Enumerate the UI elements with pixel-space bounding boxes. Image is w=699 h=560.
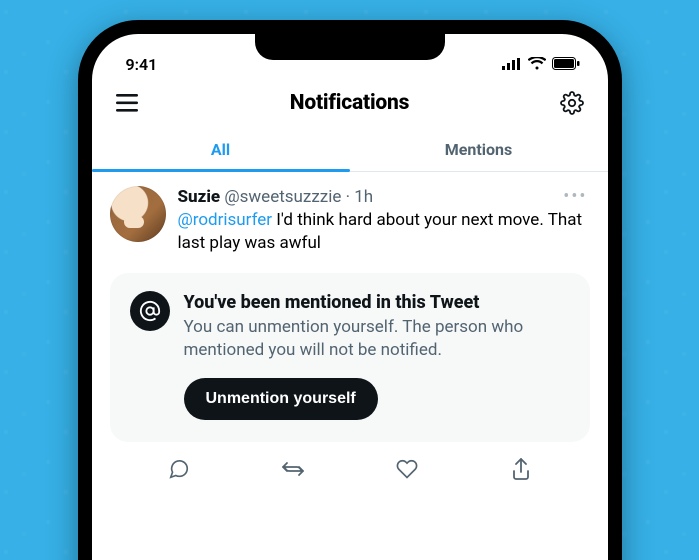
phone-frame: 9:41 Notifications xyxy=(78,20,622,560)
notification-feed[interactable]: Suzie @sweetsuzzzie · 1h @rodrisurfer I'… xyxy=(92,172,608,560)
callout-subtitle: You can unmention yourself. The person w… xyxy=(184,316,570,362)
tweet-body: Suzie @sweetsuzzzie · 1h @rodrisurfer I'… xyxy=(178,186,590,255)
unmention-button[interactable]: Unmention yourself xyxy=(184,378,378,420)
unmention-callout: You've been mentioned in this Tweet You … xyxy=(110,273,590,442)
status-time: 9:41 xyxy=(126,55,158,74)
phone-screen: 9:41 Notifications xyxy=(92,34,608,560)
page-title: Notifications xyxy=(290,91,409,115)
tweet-mention[interactable]: @rodrisurfer xyxy=(178,210,273,230)
wifi-icon xyxy=(528,55,546,74)
retweet-button[interactable] xyxy=(280,456,306,482)
reply-button[interactable] xyxy=(166,456,192,482)
share-button[interactable] xyxy=(508,456,534,482)
tweet-author-name[interactable]: Suzie xyxy=(178,187,221,207)
tweet-action-bar xyxy=(92,442,608,488)
menu-button[interactable] xyxy=(114,90,140,116)
tabs: All Mentions xyxy=(92,126,608,172)
avatar[interactable] xyxy=(110,186,166,242)
notification-item[interactable]: Suzie @sweetsuzzzie · 1h @rodrisurfer I'… xyxy=(92,172,608,265)
callout-title: You've been mentioned in this Tweet xyxy=(184,291,570,314)
tab-all[interactable]: All xyxy=(92,126,350,171)
settings-button[interactable] xyxy=(559,90,585,116)
tweet-time-sep: · xyxy=(341,187,354,207)
status-indicators xyxy=(502,55,580,74)
callout-text: You've been mentioned in this Tweet You … xyxy=(184,291,570,420)
like-button[interactable] xyxy=(394,456,420,482)
phone-notch xyxy=(255,34,445,60)
cellular-icon xyxy=(502,55,522,74)
tweet-author-handle[interactable]: @sweetsuzzzie xyxy=(224,187,341,207)
battery-icon xyxy=(552,55,580,74)
tweet-header-line: Suzie @sweetsuzzzie · 1h xyxy=(178,186,590,209)
more-button[interactable]: ••• xyxy=(563,186,587,207)
tweet-text: @rodrisurfer I'd think hard about your n… xyxy=(178,209,590,255)
at-icon xyxy=(130,291,170,331)
tweet-time: 1h xyxy=(354,187,373,207)
tab-mentions[interactable]: Mentions xyxy=(350,126,608,171)
app-header: Notifications xyxy=(92,76,608,126)
